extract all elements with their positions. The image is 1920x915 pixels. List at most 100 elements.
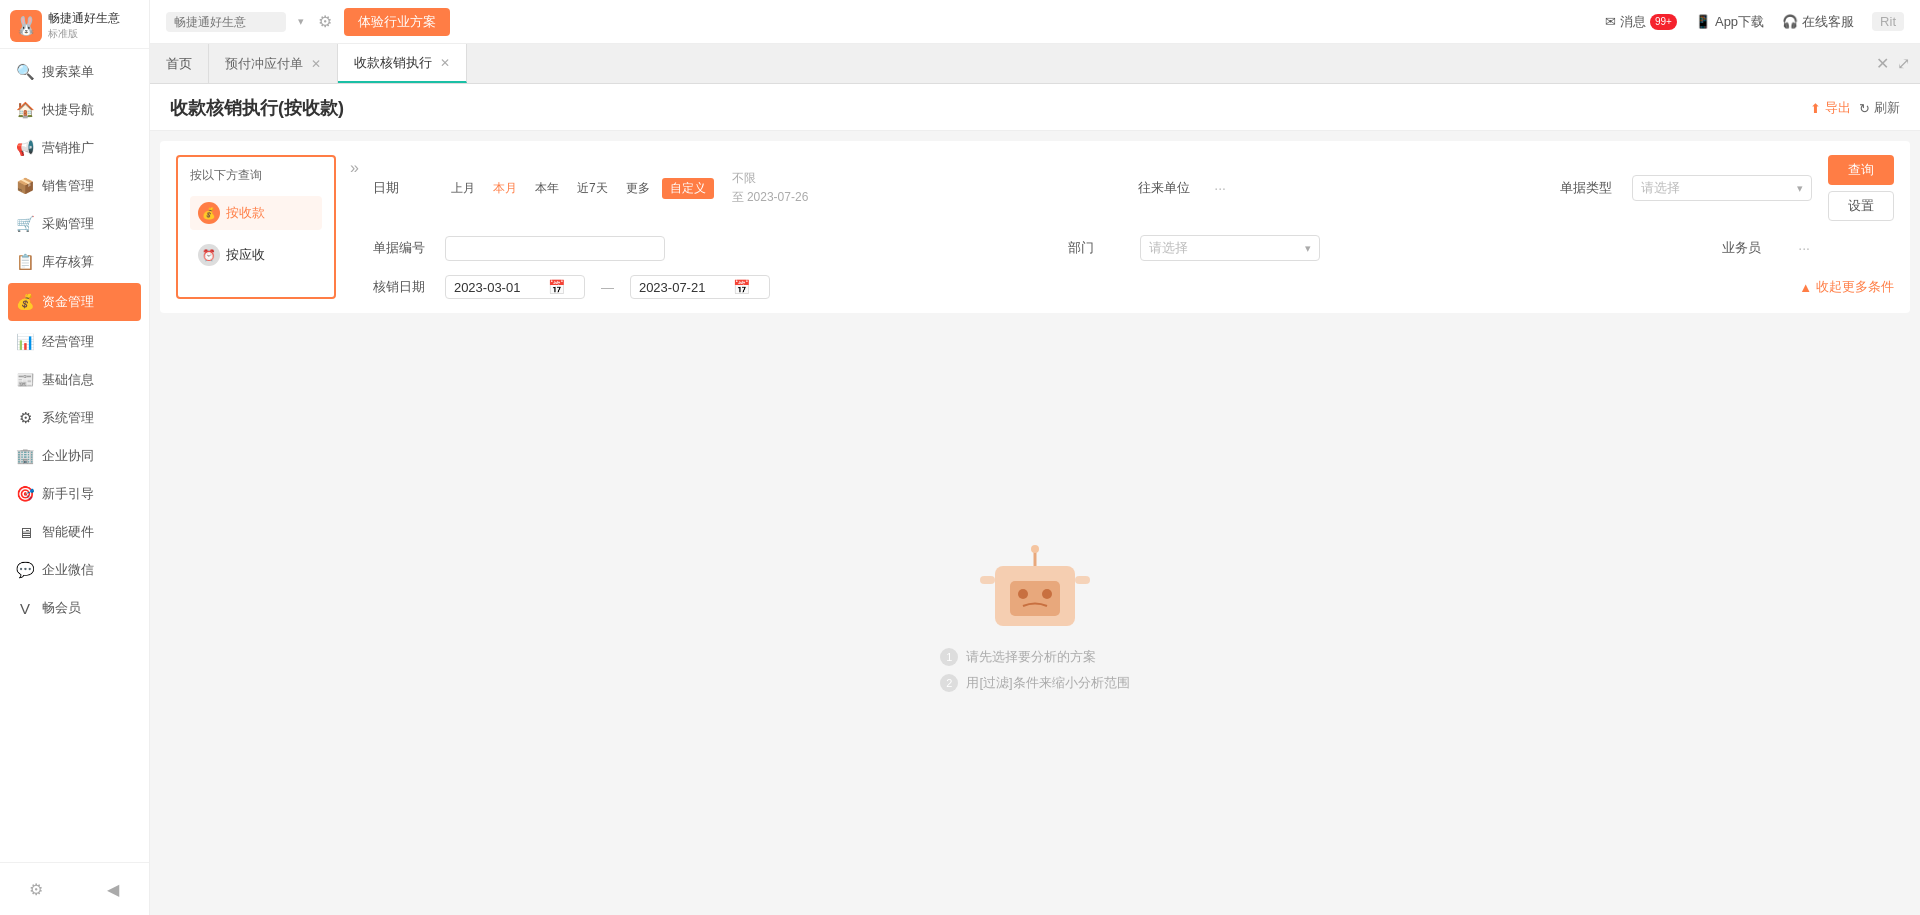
- offset-date-start-input[interactable]: [454, 280, 544, 295]
- offset-date-end-input[interactable]: [639, 280, 729, 295]
- sidebar-item-wechat[interactable]: 💬企业微信: [0, 551, 149, 589]
- online-service-item[interactable]: 🎧 在线客服: [1782, 13, 1854, 31]
- message-item[interactable]: ✉ 消息 99+: [1605, 13, 1677, 31]
- collapse-sidebar-btn[interactable]: ◀: [97, 873, 129, 905]
- collapse-label: 收起更多条件: [1816, 278, 1894, 296]
- department-label: 部门: [1068, 239, 1124, 257]
- sidebar-item-system[interactable]: ⚙ 系统管理: [0, 399, 149, 437]
- filter-option-by-receipt[interactable]: 💰 按收款: [190, 196, 322, 230]
- more-date-btn[interactable]: 更多: [620, 178, 656, 199]
- search-icon: 🔍: [16, 63, 34, 81]
- filter-collapse-button[interactable]: »: [346, 159, 363, 177]
- topbar-gear-icon[interactable]: ⚙: [318, 12, 332, 31]
- date-label: 日期: [373, 179, 429, 197]
- export-icon: ⬆: [1810, 101, 1821, 116]
- filter-option-by-receivable[interactable]: ⏰ 按应收: [190, 238, 322, 272]
- receipt-option-icon: 💰: [198, 202, 220, 224]
- empty-hint-2-text: 用[过滤]条件来缩小分析范围: [966, 674, 1129, 692]
- sidebar-label-inventory: 库存核算: [42, 253, 94, 271]
- this-month-btn[interactable]: 本月: [487, 178, 523, 199]
- user-name[interactable]: Rit: [1872, 12, 1904, 31]
- svg-rect-7: [1075, 576, 1090, 584]
- industry-solution-button[interactable]: 体验行业方案: [344, 8, 450, 36]
- wechat-icon: 💬: [16, 561, 34, 579]
- sidebar-label-operation: 经营管理: [42, 333, 94, 351]
- sidebar-item-basic[interactable]: 📰基础信息: [0, 361, 149, 399]
- date-unlimited-label: 不限: [732, 170, 809, 187]
- export-button[interactable]: ⬆ 导出: [1810, 99, 1851, 117]
- offset-date-end-cal-icon[interactable]: 📅: [733, 279, 750, 295]
- maximize-tab-icon[interactable]: ⤢: [1897, 54, 1910, 73]
- tabbar-actions: ✕ ⤢: [1866, 44, 1920, 83]
- newbie-icon: 🎯: [16, 485, 34, 503]
- filter-row-2: 单据编号 部门 请选择 ▾ 业务员 ···: [373, 235, 1894, 261]
- sidebar-nav: 🔍搜索菜单🏠快捷导航📢营销推广📦销售管理🛒采购管理📋库存核算 💰 资金管理 📊经营管理…: [0, 49, 149, 862]
- sidebar-item-marketing[interactable]: 📢营销推广: [0, 129, 149, 167]
- system-icon: ⚙: [16, 409, 34, 427]
- settings-bottom-btn[interactable]: ⚙: [20, 873, 52, 905]
- finance-icon: 💰: [16, 293, 34, 311]
- content-area: 收款核销执行(按收款) ⬆ 导出 ↻ 刷新 按以下方查询 💰 按收款: [150, 84, 1920, 915]
- this-year-btn[interactable]: 本年: [529, 178, 565, 199]
- quick-nav-icon: 🏠: [16, 101, 34, 119]
- empty-hint-1: 1 请先选择要分析的方案: [940, 648, 1129, 666]
- tabbar: 首页 预付冲应付单 ✕ 收款核销执行 ✕ ✕ ⤢: [150, 44, 1920, 84]
- sidebar: 🐰 畅捷通好生意 标准版 🔍搜索菜单🏠快捷导航📢营销推广📦销售管理🛒采购管理📋库…: [0, 0, 150, 915]
- offset-date-end-wrap[interactable]: 📅: [630, 275, 770, 299]
- hardware-icon: 🖥: [16, 523, 34, 541]
- last-7-days-btn[interactable]: 近7天: [571, 178, 614, 199]
- filter-section-title: 按以下方查询: [190, 167, 322, 184]
- close-receipt-tab-icon[interactable]: ✕: [440, 56, 450, 70]
- sidebar-item-operation[interactable]: 📊经营管理: [0, 323, 149, 361]
- counterpart-label: 往来单位: [1138, 179, 1194, 197]
- page-header: 收款核销执行(按收款) ⬆ 导出 ↻ 刷新: [150, 84, 1920, 131]
- setting-button[interactable]: 设置: [1828, 191, 1894, 221]
- close-tab-icon[interactable]: ✕: [1876, 54, 1889, 73]
- close-prepay-tab-icon[interactable]: ✕: [311, 57, 321, 71]
- counterpart-dots[interactable]: ···: [1210, 180, 1230, 196]
- sidebar-item-search[interactable]: 🔍搜索菜单: [0, 53, 149, 91]
- refresh-button[interactable]: ↻ 刷新: [1859, 99, 1900, 117]
- sidebar-item-hardware[interactable]: 🖥智能硬件: [0, 513, 149, 551]
- custom-date-btn[interactable]: 自定义: [662, 178, 714, 199]
- sidebar-label-finance: 资金管理: [42, 293, 94, 311]
- offset-date-start-cal-icon[interactable]: 📅: [548, 279, 565, 295]
- sidebar-item-quick-nav[interactable]: 🏠快捷导航: [0, 91, 149, 129]
- refresh-icon: ↻: [1859, 101, 1870, 116]
- offset-date-start-wrap[interactable]: 📅: [445, 275, 585, 299]
- query-button[interactable]: 查询: [1828, 155, 1894, 185]
- empty-hint-1-text: 请先选择要分析的方案: [966, 648, 1096, 666]
- sidebar-item-inventory[interactable]: 📋库存核算: [0, 243, 149, 281]
- sidebar-item-sales[interactable]: 📦销售管理: [0, 167, 149, 205]
- doc-number-input[interactable]: [445, 236, 665, 261]
- department-select[interactable]: 请选择 ▾: [1140, 235, 1320, 261]
- sidebar-item-finance[interactable]: 💰 资金管理: [8, 283, 141, 321]
- salesperson-dots[interactable]: ···: [1794, 240, 1814, 256]
- topbar-chevron-icon[interactable]: ▾: [298, 15, 304, 28]
- brand-search-input[interactable]: [166, 12, 286, 32]
- sidebar-label-system: 系统管理: [42, 409, 94, 427]
- collapse-more-btn[interactable]: ▲ 收起更多条件: [1799, 278, 1894, 296]
- doc-type-select[interactable]: 请选择 ▾: [1632, 175, 1812, 201]
- tab-receipt-offset[interactable]: 收款核销执行 ✕: [338, 44, 467, 83]
- sidebar-label-basic: 基础信息: [42, 371, 94, 389]
- message-icon: ✉: [1605, 14, 1616, 29]
- topbar-brand: [166, 12, 286, 32]
- sidebar-logo: 🐰 畅捷通好生意 标准版: [0, 0, 149, 49]
- tab-home[interactable]: 首页: [150, 44, 209, 83]
- filter-right-panel: 日期 上月 本月 本年 近7天 更多 自定义 不限 至 2023-07-26: [373, 155, 1894, 299]
- receivable-option-icon: ⏰: [198, 244, 220, 266]
- tab-prepay-offset[interactable]: 预付冲应付单 ✕: [209, 44, 338, 83]
- sidebar-item-enterprise[interactable]: 🏢企业协同: [0, 437, 149, 475]
- sidebar-item-newbie[interactable]: 🎯新手引导: [0, 475, 149, 513]
- empty-svg-icon: [975, 536, 1095, 636]
- sidebar-item-purchase[interactable]: 🛒采购管理: [0, 205, 149, 243]
- sidebar-item-member[interactable]: V畅会员: [0, 589, 149, 627]
- sidebar-bottom: ⚙ ◀: [0, 862, 149, 915]
- message-badge: 99+: [1650, 14, 1677, 30]
- last-month-btn[interactable]: 上月: [445, 178, 481, 199]
- collapse-chevron-icon: ▲: [1799, 280, 1812, 295]
- main-area: ▾ ⚙ 体验行业方案 ✉ 消息 99+ 📱 App下载 🎧 在线客服 Rit 首…: [150, 0, 1920, 915]
- app-download-item[interactable]: 📱 App下载: [1695, 13, 1764, 31]
- online-service-label: 在线客服: [1802, 13, 1854, 31]
